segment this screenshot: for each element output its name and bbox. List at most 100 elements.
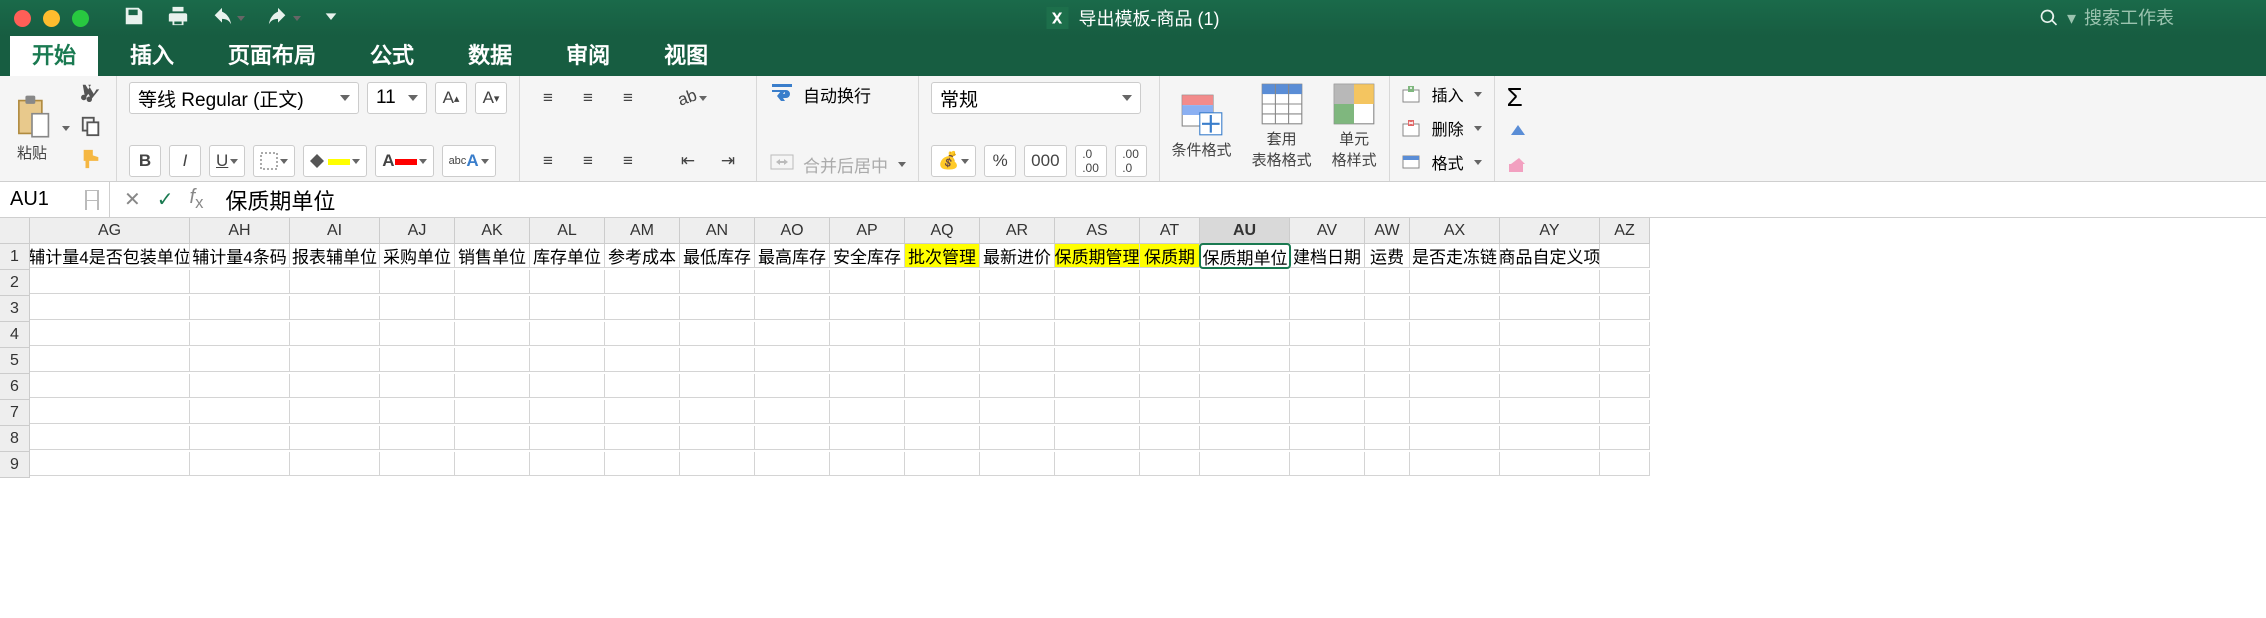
enter-formula-icon[interactable]: ✓ (157, 187, 174, 212)
cell-AQ1[interactable]: 批次管理 (905, 244, 980, 268)
cell-AS8[interactable] (1055, 426, 1140, 450)
cell-AL9[interactable] (530, 452, 605, 476)
cell-AK2[interactable] (455, 270, 530, 294)
cell-AL5[interactable] (530, 348, 605, 372)
cell-AS2[interactable] (1055, 270, 1140, 294)
cell-AW7[interactable] (1365, 400, 1410, 424)
tab-数据[interactable]: 数据 (446, 32, 534, 76)
cell-AT3[interactable] (1140, 296, 1200, 320)
cell-AG1[interactable]: 辅计量4是否包装单位 (30, 244, 190, 268)
cell-AR1[interactable]: 最新进价 (980, 244, 1055, 268)
cell-AH3[interactable] (190, 296, 290, 320)
cell-AZ9[interactable] (1600, 452, 1650, 476)
align-top-icon[interactable]: ≡ (532, 82, 564, 114)
column-header-AL[interactable]: AL (530, 218, 605, 244)
cell-AU7[interactable] (1200, 400, 1290, 424)
redo-icon[interactable] (267, 7, 301, 29)
cell-AJ7[interactable] (380, 400, 455, 424)
cell-AQ6[interactable] (905, 374, 980, 398)
row-header-1[interactable]: 1 (0, 244, 30, 270)
cell-AI3[interactable] (290, 296, 380, 320)
format-as-table-button[interactable]: 套用 表格格式 (1252, 82, 1312, 170)
cell-AN9[interactable] (680, 452, 755, 476)
cell-AW8[interactable] (1365, 426, 1410, 450)
cell-AU2[interactable] (1200, 270, 1290, 294)
cell-AV3[interactable] (1290, 296, 1365, 320)
row-header-2[interactable]: 2 (0, 270, 30, 296)
column-header-AI[interactable]: AI (290, 218, 380, 244)
column-header-AK[interactable]: AK (455, 218, 530, 244)
cell-AM9[interactable] (605, 452, 680, 476)
column-header-AT[interactable]: AT (1140, 218, 1200, 244)
cut-icon[interactable] (78, 82, 104, 109)
borders-button[interactable] (253, 145, 295, 177)
fill-icon[interactable] (1507, 123, 1529, 146)
cell-AS9[interactable] (1055, 452, 1140, 476)
cell-AP1[interactable]: 安全库存 (830, 244, 905, 268)
cell-AV6[interactable] (1290, 374, 1365, 398)
number-format-select[interactable]: 常规 (931, 82, 1141, 114)
tab-插入[interactable]: 插入 (108, 32, 196, 76)
cell-AJ1[interactable]: 采购单位 (380, 244, 455, 268)
row-header-7[interactable]: 7 (0, 400, 30, 426)
decrease-indent-icon[interactable]: ⇤ (672, 145, 704, 177)
cell-AG4[interactable] (30, 322, 190, 346)
cell-AL3[interactable] (530, 296, 605, 320)
column-header-AV[interactable]: AV (1290, 218, 1365, 244)
cell-AQ2[interactable] (905, 270, 980, 294)
column-header-AM[interactable]: AM (605, 218, 680, 244)
autosum-icon[interactable]: Σ (1507, 82, 1523, 113)
cell-AZ5[interactable] (1600, 348, 1650, 372)
cancel-formula-icon[interactable]: ✕ (124, 187, 141, 212)
cell-AS3[interactable] (1055, 296, 1140, 320)
search-input[interactable] (2084, 8, 2244, 29)
cell-AI1[interactable]: 报表辅单位 (290, 244, 380, 268)
cell-AM1[interactable]: 参考成本 (605, 244, 680, 268)
paste-dropdown-icon[interactable] (62, 126, 70, 131)
cell-AZ1[interactable] (1600, 244, 1650, 268)
cell-AO4[interactable] (755, 322, 830, 346)
underline-button[interactable]: U (209, 145, 245, 177)
cell-AY6[interactable] (1500, 374, 1600, 398)
format-cells-button[interactable]: 格式 (1402, 150, 1482, 174)
cell-AM3[interactable] (605, 296, 680, 320)
align-right-icon[interactable]: ≡ (612, 145, 644, 177)
cell-AM6[interactable] (605, 374, 680, 398)
cell-AU8[interactable] (1200, 426, 1290, 450)
cell-AL7[interactable] (530, 400, 605, 424)
formula-input[interactable]: 保质期单位 (217, 184, 2266, 216)
cell-AQ9[interactable] (905, 452, 980, 476)
increase-font-icon[interactable]: A▴ (435, 82, 467, 114)
decrease-font-icon[interactable]: A▾ (475, 82, 507, 114)
close-window-icon[interactable] (14, 10, 31, 27)
qat-customize-icon[interactable] (323, 8, 339, 29)
cell-AT6[interactable] (1140, 374, 1200, 398)
cell-AJ4[interactable] (380, 322, 455, 346)
cell-AR6[interactable] (980, 374, 1055, 398)
cell-AK9[interactable] (455, 452, 530, 476)
cell-AN3[interactable] (680, 296, 755, 320)
cell-AH2[interactable] (190, 270, 290, 294)
cell-AO6[interactable] (755, 374, 830, 398)
fx-icon[interactable]: fx (190, 186, 204, 213)
column-header-AQ[interactable]: AQ (905, 218, 980, 244)
conditional-format-button[interactable]: 条件格式 (1172, 93, 1232, 160)
minimize-window-icon[interactable] (43, 10, 60, 27)
cell-AX1[interactable]: 是否走冻链 (1410, 244, 1500, 268)
phonetic-guide-button[interactable]: abcA (442, 145, 496, 177)
cell-AT9[interactable] (1140, 452, 1200, 476)
cell-AJ3[interactable] (380, 296, 455, 320)
fill-color-button[interactable] (303, 145, 367, 177)
cell-AQ4[interactable] (905, 322, 980, 346)
column-header-AO[interactable]: AO (755, 218, 830, 244)
align-left-icon[interactable]: ≡ (532, 145, 564, 177)
cell-AM8[interactable] (605, 426, 680, 450)
cell-AO3[interactable] (755, 296, 830, 320)
cell-AS5[interactable] (1055, 348, 1140, 372)
cell-AJ9[interactable] (380, 452, 455, 476)
column-header-AS[interactable]: AS (1055, 218, 1140, 244)
cell-AG6[interactable] (30, 374, 190, 398)
maximize-window-icon[interactable] (72, 10, 89, 27)
row-header-3[interactable]: 3 (0, 296, 30, 322)
cell-AX4[interactable] (1410, 322, 1500, 346)
